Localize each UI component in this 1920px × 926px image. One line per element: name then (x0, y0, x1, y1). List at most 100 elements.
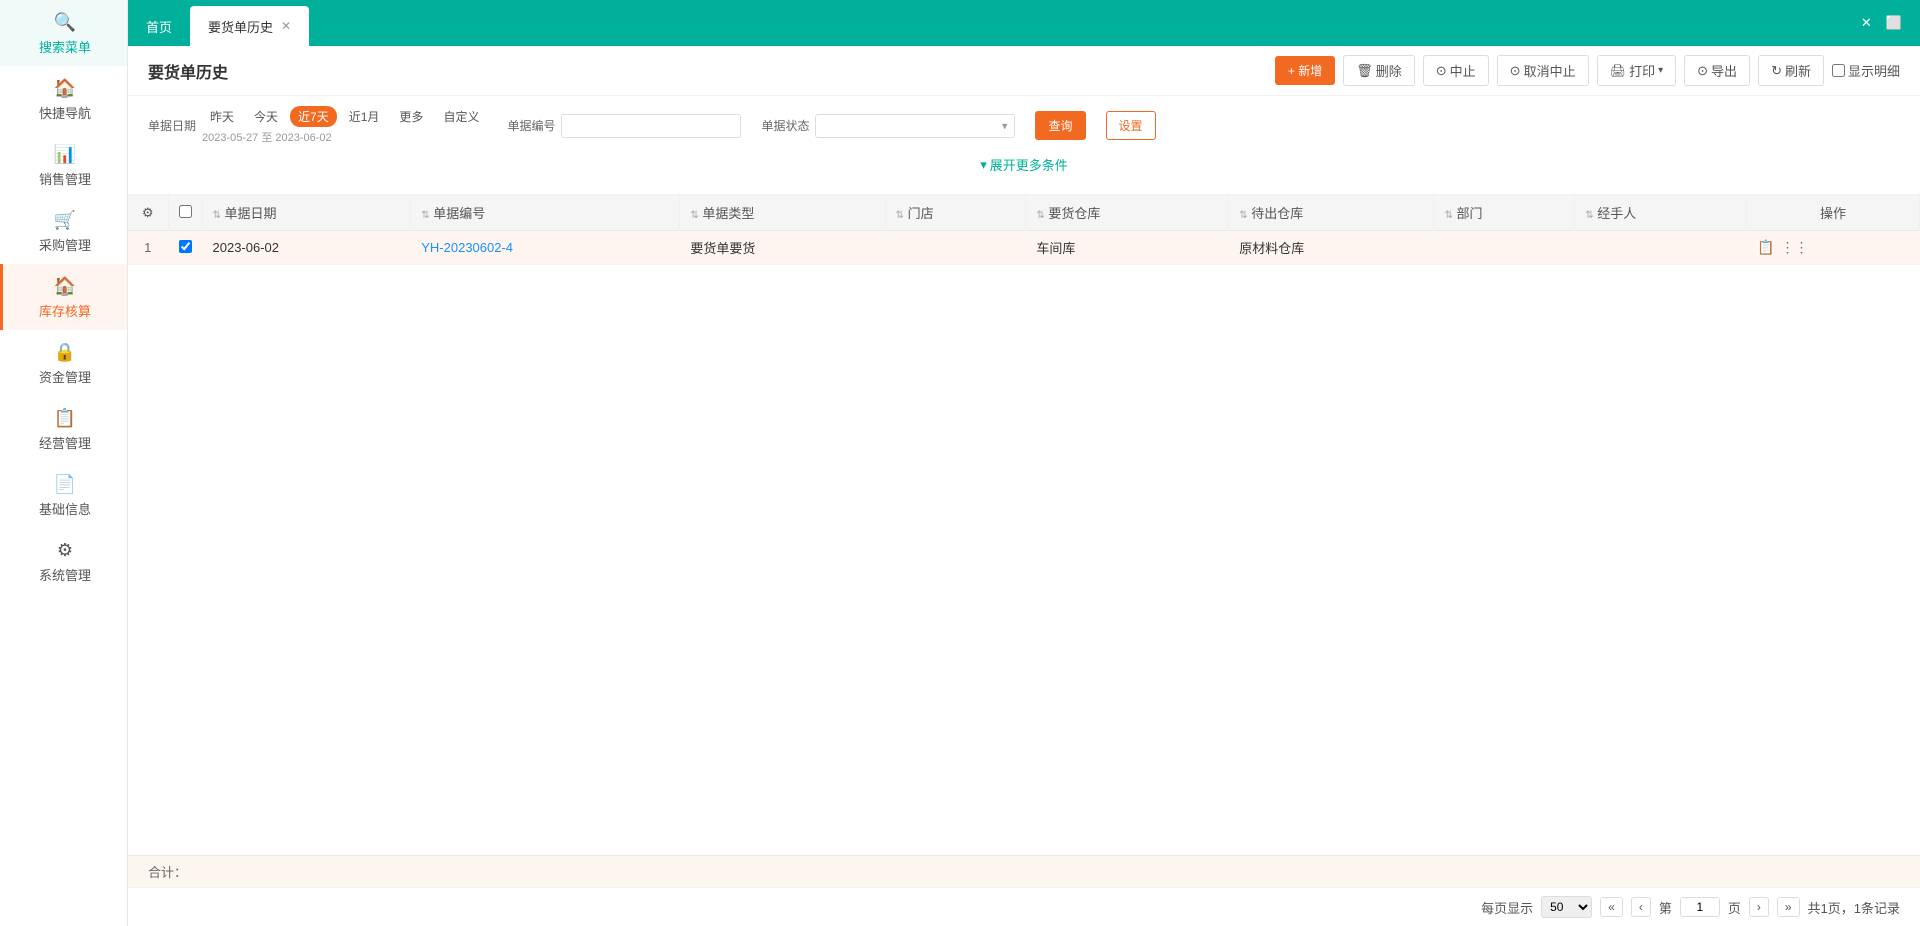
sidebar-item-purchase-mgmt[interactable]: 🛒 采购管理 (0, 198, 127, 264)
cancel-stop-button[interactable]: ⊙ 取消中止 (1497, 55, 1589, 86)
date-option-today[interactable]: 今天 (246, 106, 286, 127)
date-option-last7days[interactable]: 近7天 (290, 106, 337, 127)
sidebar-label-quick-nav: 快捷导航 (39, 103, 91, 122)
header-row: ⚙ ⇅ 单据日期 ⇅ 单据编号 ⇅ (128, 195, 1920, 231)
sidebar-label-purchase-mgmt: 采购管理 (39, 235, 91, 254)
first-page-btn[interactable]: « (1600, 897, 1623, 917)
sidebar-item-fund-mgmt[interactable]: 🔒 资金管理 (0, 330, 127, 396)
header-actions: + 新增 🗑 删除 ⊙ 中止 ⊙ 取消中止 🖨 打印 ▾ (1275, 55, 1900, 86)
sort-icon: ⇅ (213, 210, 221, 221)
row-action-0: 📋 ⋮⋮ (1747, 231, 1920, 265)
sort-icon6: ⇅ (1239, 210, 1247, 221)
date-range-text: 2023-05-27 至 2023-06-02 (202, 129, 487, 145)
print-button[interactable]: 🖨 打印 ▾ (1597, 55, 1677, 86)
select-all-checkbox[interactable] (179, 205, 192, 218)
settings-button[interactable]: 设置 (1106, 111, 1156, 140)
per-page-label: 每页显示 (1481, 898, 1533, 917)
date-option-more[interactable]: 更多 (391, 106, 431, 127)
sidebar-label-ops-mgmt: 经营管理 (39, 433, 91, 452)
checkbox-col-header (168, 195, 202, 231)
sort-icon5: ⇅ (1036, 210, 1044, 221)
row-doc-no-0[interactable]: YH-20230602-4 (411, 231, 680, 265)
tab-requisition-history[interactable]: 要货单历史 ✕ (190, 6, 309, 46)
sidebar-item-inventory[interactable]: 🏠 库存核算 (0, 264, 127, 330)
sidebar-item-ops-mgmt[interactable]: 📋 经营管理 (0, 396, 127, 462)
doc-no-filter-field: 单据编号 (507, 114, 741, 138)
date-option-yesterday[interactable]: 昨天 (202, 106, 242, 127)
row-pending-warehouse-0: 原材料仓库 (1229, 231, 1434, 265)
req-warehouse-col-header[interactable]: ⇅ 要货仓库 (1026, 195, 1229, 231)
sort-icon7: ⇅ (1444, 210, 1452, 221)
page-input[interactable] (1680, 897, 1720, 917)
filter-row-2: ▾ 展开更多条件 (148, 151, 1900, 178)
close-window-btn[interactable]: ✕ (1861, 15, 1872, 31)
prev-page-btn[interactable]: ‹ (1631, 897, 1651, 917)
row-handler-0 (1575, 231, 1747, 265)
handler-col-header[interactable]: ⇅ 经手人 (1575, 195, 1747, 231)
delete-button[interactable]: 🗑 删除 (1343, 55, 1415, 86)
sidebar-icon-ops-mgmt: 📋 (54, 408, 76, 429)
status-select[interactable]: 草稿 已确认 已中止 (815, 114, 1015, 138)
print-dropdown-icon: ▾ (1658, 65, 1663, 76)
tab-home[interactable]: 首页 (128, 6, 190, 46)
row-checkbox-0[interactable] (168, 231, 202, 265)
sidebar-label-fund-mgmt: 资金管理 (39, 367, 91, 386)
print-icon: 🖨 (1610, 63, 1627, 79)
status-label: 单据状态 (761, 117, 809, 134)
sidebar-item-sys-mgmt[interactable]: ⚙ 系统管理 (0, 528, 127, 594)
doc-type-col-header[interactable]: ⇅ 单据类型 (680, 195, 885, 231)
show-detail-checkbox[interactable] (1832, 64, 1845, 77)
date-options: 昨天今天近7天近1月更多自定义 2023-05-27 至 2023-06-02 (202, 106, 487, 145)
sidebar-item-quick-nav[interactable]: 🏠 快捷导航 (0, 66, 127, 132)
row-more-icon-0[interactable]: ⋮⋮ (1781, 239, 1809, 256)
cancel-stop-icon: ⊙ (1510, 63, 1521, 79)
refresh-icon: ↻ (1771, 63, 1782, 79)
sidebar-icon-quick-nav: 🏠 (54, 78, 76, 99)
row-doc-date-0: 2023-06-02 (202, 231, 411, 265)
row-doc-type-0: 要货单要货 (680, 231, 885, 265)
doc-no-input[interactable] (561, 114, 741, 138)
row-edit-icon-0[interactable]: 📋 (1757, 239, 1774, 256)
tab-close-requisition-history[interactable]: ✕ (281, 19, 291, 33)
date-option-last_month[interactable]: 近1月 (341, 106, 388, 127)
maximize-window-btn[interactable]: ⬜ (1886, 15, 1902, 31)
table-body: 1 2023-06-02 YH-20230602-4 要货单要货 车间库 原材料… (128, 231, 1920, 265)
dept-col-header[interactable]: ⇅ 部门 (1434, 195, 1575, 231)
query-button[interactable]: 查询 (1035, 111, 1085, 140)
stop-button[interactable]: ⊙ 中止 (1423, 55, 1489, 86)
pagination-bar: 每页显示 50 20 100 « ‹ 第 页 › » 共1页，1条记录 (128, 887, 1920, 926)
settings-col-header[interactable]: ⚙ (128, 195, 168, 231)
sort-icon8: ⇅ (1585, 210, 1593, 221)
tab-label-requisition-history: 要货单历史 (208, 17, 273, 36)
next-page-btn[interactable]: › (1749, 897, 1769, 917)
status-select-wrapper: 草稿 已确认 已中止 (815, 114, 1015, 138)
export-button[interactable]: ⊙ 导出 (1684, 55, 1750, 86)
content-wrapper: 要货单历史 + 新增 🗑 删除 ⊙ 中止 ⊙ 取消中止 🖨 打印 (128, 46, 1920, 926)
table-row[interactable]: 1 2023-06-02 YH-20230602-4 要货单要货 车间库 原材料… (128, 231, 1920, 265)
per-page-select[interactable]: 50 20 100 (1541, 896, 1592, 918)
show-detail-toggle[interactable]: 显示明细 (1832, 61, 1900, 80)
store-col-header[interactable]: ⇅ 门店 (885, 195, 1026, 231)
new-button[interactable]: + 新增 (1275, 56, 1335, 85)
sidebar-item-search-menu[interactable]: 🔍 搜索菜单 (0, 0, 127, 66)
row-store-0 (885, 231, 1026, 265)
date-filter-field: 单据日期 昨天今天近7天近1月更多自定义 2023-05-27 至 2023-0… (148, 106, 487, 145)
sidebar-icon-purchase-mgmt: 🛒 (54, 210, 76, 231)
main-content: 首页要货单历史 ✕ ✕ ⬜ 要货单历史 + 新增 🗑 删除 ⊙ 中止 ⊙ (128, 0, 1920, 926)
pending-warehouse-col-header[interactable]: ⇅ 待出仓库 (1229, 195, 1434, 231)
sidebar-item-sales-mgmt[interactable]: 📊 销售管理 (0, 132, 127, 198)
last-page-btn[interactable]: » (1777, 897, 1800, 917)
sidebar-icon-basic-info: 📄 (54, 474, 76, 495)
sort-icon3: ⇅ (690, 210, 698, 221)
doc-no-col-header[interactable]: ⇅ 单据编号 (411, 195, 680, 231)
refresh-button[interactable]: ↻ 刷新 (1758, 55, 1824, 86)
date-option-custom[interactable]: 自定义 (435, 106, 487, 127)
sidebar-icon-inventory: 🏠 (54, 276, 76, 297)
tab-label-home: 首页 (146, 17, 172, 36)
page-suffix: 页 (1728, 898, 1741, 917)
expand-conditions-btn[interactable]: ▾ 展开更多条件 (970, 151, 1078, 178)
sidebar-item-basic-info[interactable]: 📄 基础信息 (0, 462, 127, 528)
sidebar-icon-sys-mgmt: ⚙ (57, 540, 73, 561)
doc-date-col-header[interactable]: ⇅ 单据日期 (202, 195, 411, 231)
row-req-warehouse-0: 车间库 (1026, 231, 1229, 265)
